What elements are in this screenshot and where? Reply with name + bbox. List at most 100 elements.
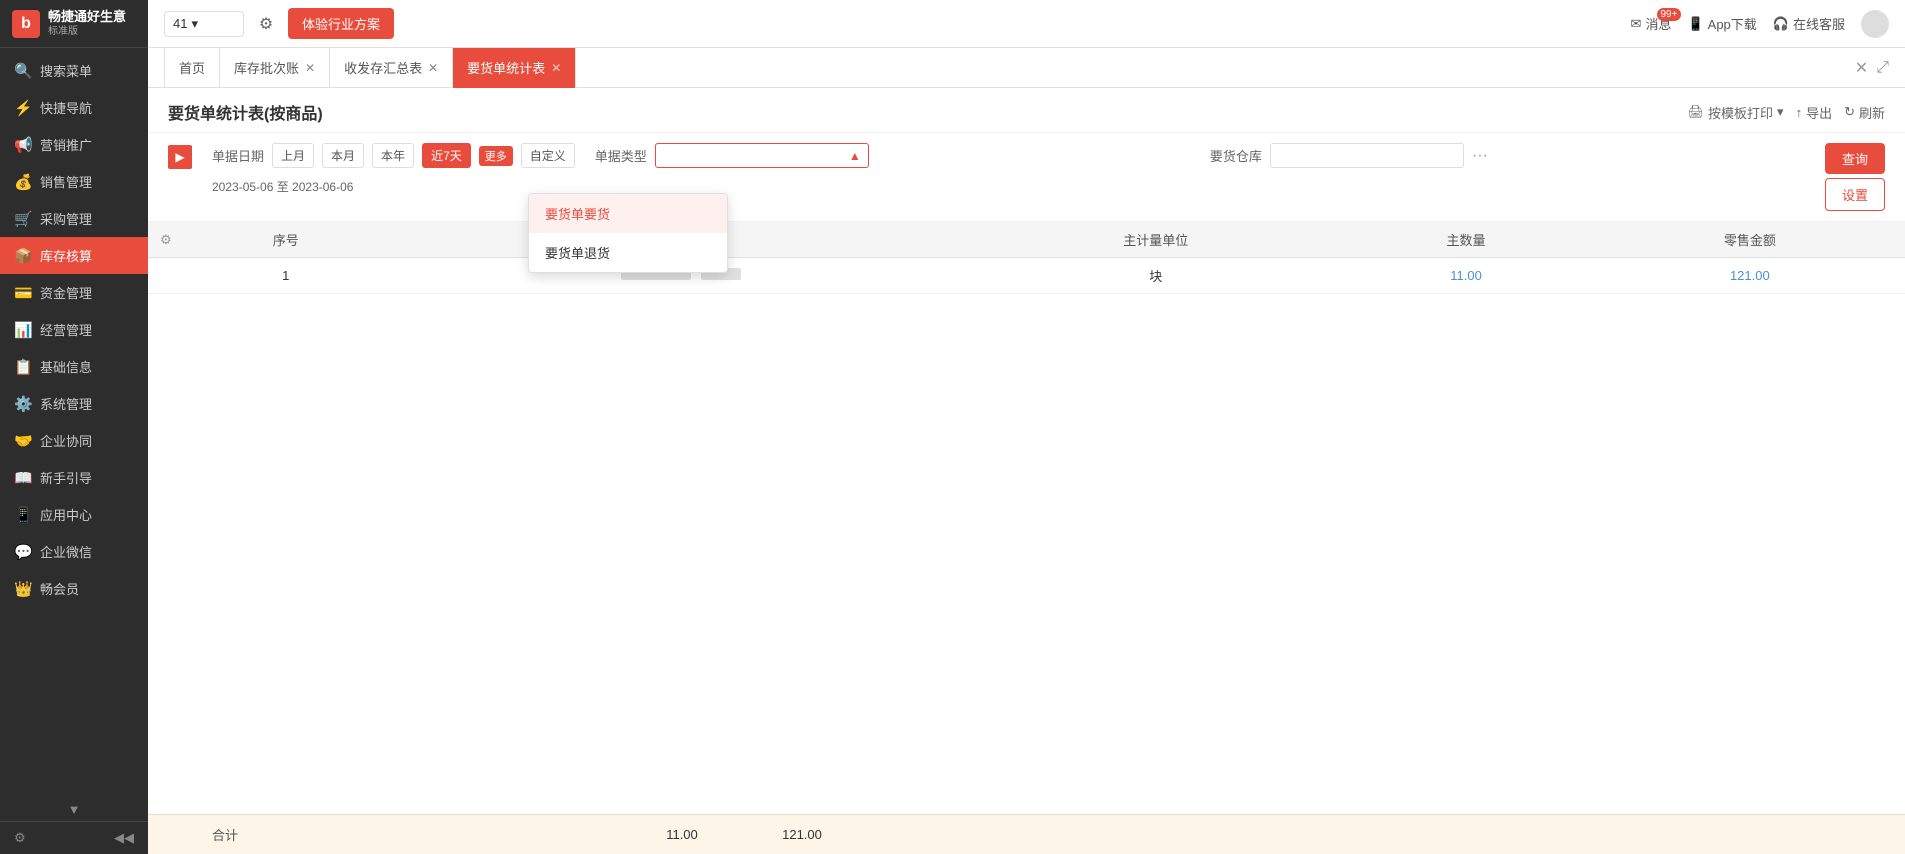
store-name: 41 <box>173 16 187 31</box>
sidebar-icon-3: 💰 <box>14 173 32 191</box>
sidebar-item-采购管理[interactable]: 🛒采购管理 <box>0 200 148 237</box>
tab-首页[interactable]: 首页 <box>164 48 220 88</box>
sidebar-item-畅会员[interactable]: 👑畅会员 <box>0 570 148 607</box>
tab-收发存汇总表[interactable]: 收发存汇总表✕ <box>330 48 453 88</box>
sidebar-icon-14: 👑 <box>14 580 32 598</box>
sidebar-icon-7: 📊 <box>14 321 32 339</box>
data-table: ⚙ 序号 商品 主计量单位 主数量 零售金额 1 块 1 <box>148 222 1905 294</box>
tab-close-all-icon[interactable]: ✕ <box>1855 58 1868 78</box>
message-action[interactable]: ✉ 消息 99+ <box>1631 14 1672 33</box>
topbar-gear-button[interactable]: ⚙ <box>252 10 280 38</box>
sidebar-item-快捷导航[interactable]: ⚡快捷导航 <box>0 89 148 126</box>
page-container: 要货单统计表(按商品) 🖨 按模板打印 ▾ ↑ 导出 ↻ 刷新 <box>148 88 1905 854</box>
sidebar-icon-9: ⚙️ <box>14 395 32 413</box>
sidebar-item-新手引导[interactable]: 📖新手引导 <box>0 459 148 496</box>
sidebar-label-0: 搜索菜单 <box>40 61 92 80</box>
row-quantity-link[interactable]: 11.00 <box>1450 268 1482 283</box>
tab-expand-icon[interactable]: ⤢ <box>1876 59 1889 77</box>
sidebar-label-2: 营销推广 <box>40 135 92 154</box>
sidebar-label-11: 新手引导 <box>40 468 92 487</box>
query-button[interactable]: 查询 <box>1825 143 1885 174</box>
type-select-input[interactable] <box>655 143 869 168</box>
tab-要货单统计表[interactable]: 要货单统计表✕ <box>453 48 576 88</box>
tab-label-1: 库存批次账 <box>234 58 299 77</box>
date-filter-group: 单据日期 上月 本月 本年 近7天 更多 自定义 2023-05-06 至 20… <box>212 143 575 195</box>
refresh-icon: ↻ <box>1844 104 1855 120</box>
sidebar-label-7: 经营管理 <box>40 320 92 339</box>
topbar: 41 ▾ ⚙ 体验行业方案 ✉ 消息 99+ 📱 App下载 🎧 在线客服 <box>148 0 1905 48</box>
summary-label: 合计 <box>212 825 512 844</box>
app-download-icon: 📱 <box>1687 16 1703 32</box>
sidebar-settings-icon[interactable]: ⚙ <box>14 830 26 846</box>
sidebar-item-企业协同[interactable]: 🤝企业协同 <box>0 422 148 459</box>
row-seq: 1 <box>184 258 388 294</box>
app-download-label: App下载 <box>1708 14 1757 33</box>
sidebar-collapse-icon[interactable]: ◀◀ <box>114 830 134 846</box>
sidebar-item-基础信息[interactable]: 📋基础信息 <box>0 348 148 385</box>
warehouse-more-icon[interactable]: ··· <box>1472 147 1488 165</box>
online-service-action[interactable]: 🎧 在线客服 <box>1773 14 1845 33</box>
date-last-7days-btn[interactable]: 近7天 <box>422 143 471 168</box>
date-more-btn[interactable]: 更多 <box>479 146 513 166</box>
row-amount-link[interactable]: 121.00 <box>1730 268 1770 283</box>
tab-库存批次账[interactable]: 库存批次账 ✕ <box>220 48 330 88</box>
tab-close-3[interactable]: ✕ <box>551 61 561 75</box>
warehouse-filter-section: 要货仓库 ··· <box>1210 143 1805 168</box>
dropdown-item-order-goods[interactable]: 要货单要货 <box>529 194 727 233</box>
sidebar-item-系统管理[interactable]: ⚙️系统管理 <box>0 385 148 422</box>
sidebar-bottom: ⚙ ◀◀ <box>0 821 148 854</box>
sidebar-item-资金管理[interactable]: 💳资金管理 <box>0 274 148 311</box>
sidebar-icon-4: 🛒 <box>14 210 32 228</box>
sidebar-icon-0: 🔍 <box>14 62 32 80</box>
summary-bar: 合计 11.00 121.00 <box>148 814 1905 854</box>
tab-close-1[interactable]: ✕ <box>305 61 315 75</box>
date-this-month-btn[interactable]: 本月 <box>322 143 364 168</box>
dropdown-item-return-goods[interactable]: 要货单退货 <box>529 233 727 272</box>
sidebar-item-应用中心[interactable]: 📱应用中心 <box>0 496 148 533</box>
summary-amount: 121.00 <box>752 827 852 842</box>
type-filter-label: 单据类型 <box>595 146 647 165</box>
sidebar-item-经营管理[interactable]: 📊 经营管理 <box>0 311 148 348</box>
col-header-amount: 零售金额 <box>1595 222 1905 258</box>
sidebar-logo: b 畅捷通好生意 标准版 <box>0 0 148 48</box>
summary-quantity: 11.00 <box>632 827 732 842</box>
store-selector[interactable]: 41 ▾ <box>164 11 244 37</box>
date-custom-btn[interactable]: 自定义 <box>521 143 575 168</box>
content-area: 要货单统计表(按商品) 🖨 按模板打印 ▾ ↑ 导出 ↻ 刷新 <box>148 88 1905 854</box>
sidebar-label-6: 资金管理 <box>40 283 92 302</box>
store-dropdown-icon: ▾ <box>191 16 198 32</box>
filter-expand-button[interactable]: ▶ <box>168 145 192 169</box>
export-icon: ↑ <box>1796 105 1803 120</box>
headset-icon: 🎧 <box>1773 16 1789 32</box>
message-badge: 99+ <box>1657 8 1682 21</box>
date-this-year-btn[interactable]: 本年 <box>372 143 414 168</box>
print-label: 按模板打印 <box>1708 103 1773 122</box>
filter-settings-button[interactable]: 设置 <box>1825 178 1885 211</box>
type-filter-section: 单据类型 ▲ <box>595 143 1190 168</box>
refresh-action[interactable]: ↻ 刷新 <box>1844 103 1885 122</box>
sidebar-item-库存核算[interactable]: 📦库存核算 <box>0 237 148 274</box>
user-avatar[interactable] <box>1861 10 1889 38</box>
main-area: 41 ▾ ⚙ 体验行业方案 ✉ 消息 99+ 📱 App下载 🎧 在线客服 首 <box>148 0 1905 854</box>
date-range-display: 2023-05-06 至 2023-06-06 <box>212 178 353 195</box>
sidebar-label-10: 企业协同 <box>40 431 92 450</box>
sidebar-item-搜索菜单[interactable]: 🔍 搜索菜单 <box>0 52 148 89</box>
sidebar-scroll-down[interactable]: ▼ <box>0 798 148 821</box>
column-settings-icon[interactable]: ⚙ <box>160 232 172 247</box>
table-header-row: ⚙ 序号 商品 主计量单位 主数量 零售金额 <box>148 222 1905 258</box>
print-action[interactable]: 🖨 按模板打印 ▾ <box>1688 103 1784 122</box>
export-action[interactable]: ↑ 导出 <box>1796 103 1833 122</box>
tab-close-2[interactable]: ✕ <box>428 61 438 75</box>
sidebar-item-销售管理[interactable]: 💰 销售管理 <box>0 163 148 200</box>
industry-button[interactable]: 体验行业方案 <box>288 8 394 39</box>
sidebar-item-营销推广[interactable]: 📢营销推广 <box>0 126 148 163</box>
app-download-action[interactable]: 📱 App下载 <box>1687 14 1756 33</box>
row-quantity: 11.00 <box>1337 258 1594 294</box>
date-last-month-btn[interactable]: 上月 <box>272 143 314 168</box>
data-table-container: ⚙ 序号 商品 主计量单位 主数量 零售金额 1 块 1 <box>148 222 1905 814</box>
filter-bar: ▶ 单据日期 上月 本月 本年 近7天 更多 自定义 2023-05-06 至 … <box>148 133 1905 222</box>
sidebar-label-3: 销售管理 <box>40 172 92 191</box>
row-unit: 块 <box>974 258 1337 294</box>
warehouse-input[interactable] <box>1270 143 1464 168</box>
sidebar-item-企业微信[interactable]: 💬企业微信 <box>0 533 148 570</box>
